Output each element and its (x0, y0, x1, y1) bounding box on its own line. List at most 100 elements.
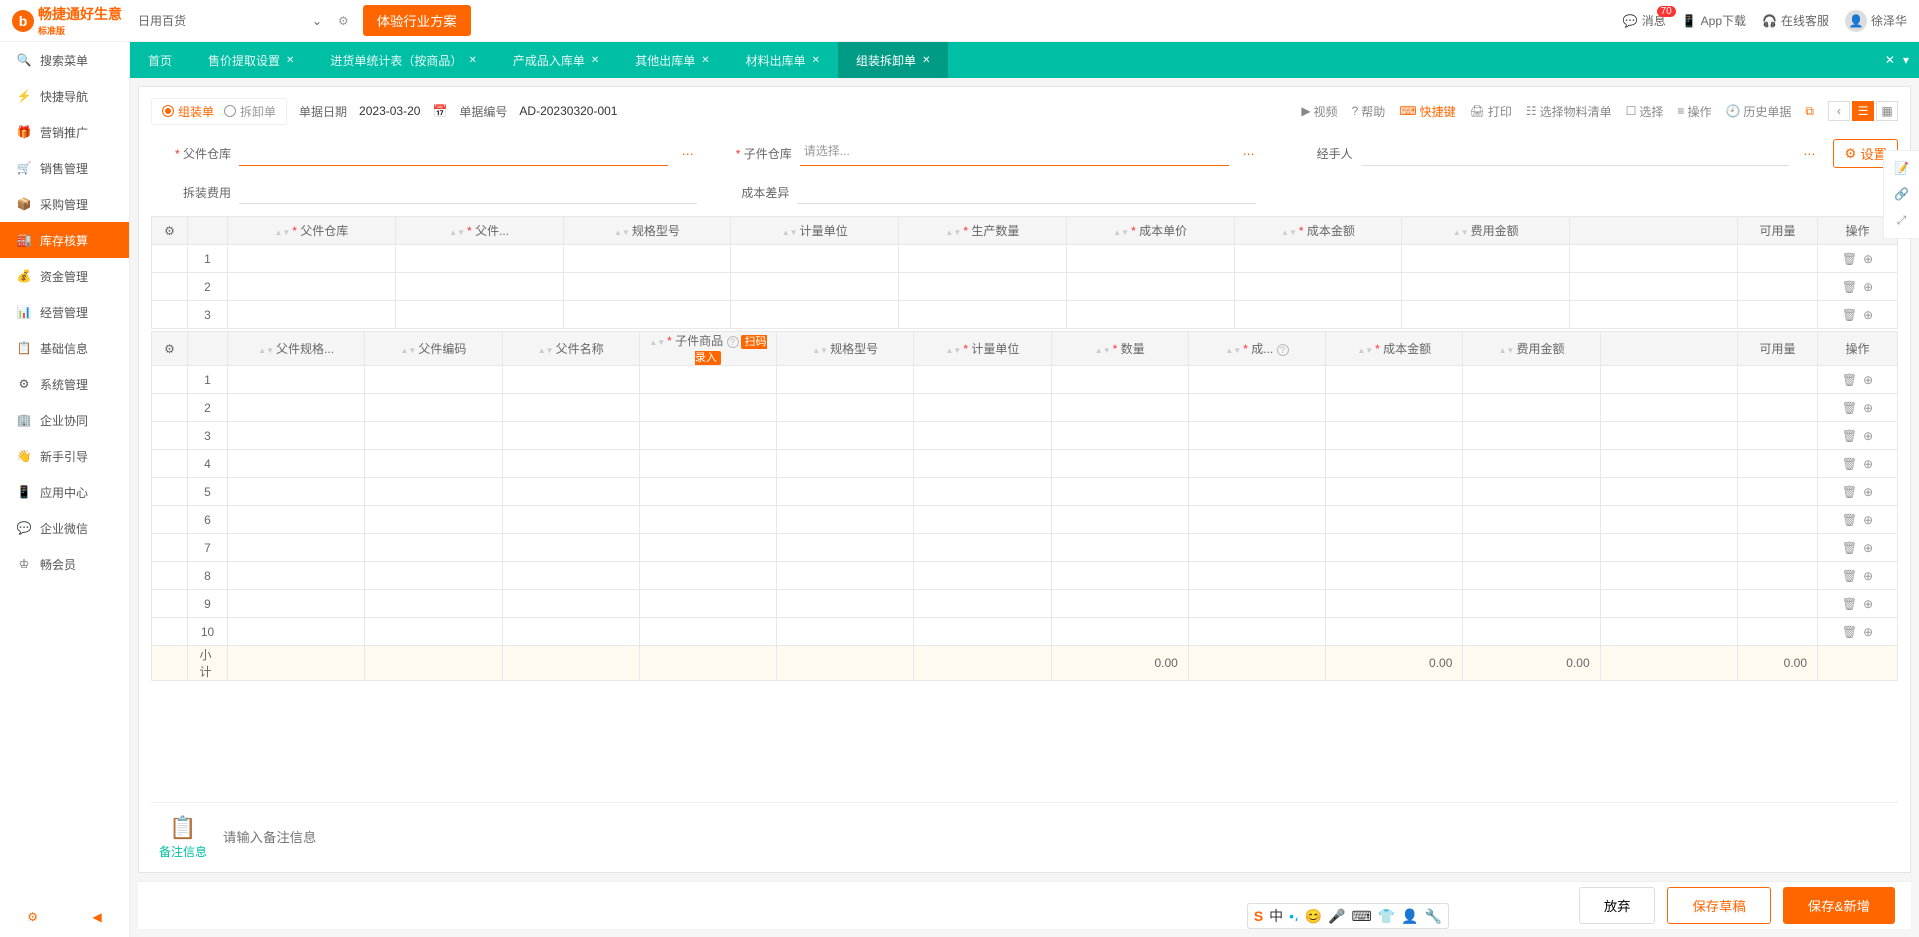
delete-icon[interactable]: 🗑 (1842, 457, 1857, 471)
radio-disassemble[interactable]: 拆卸单 (224, 103, 276, 120)
sidebar-item-2[interactable]: 🎁营销推广 (0, 114, 129, 150)
th-0[interactable]: ▲▼父件规格... (228, 332, 365, 366)
table-row[interactable]: 9🗑⊕ (152, 590, 1898, 618)
tab-4[interactable]: 其他出库单✕ (617, 42, 727, 78)
sort-icon[interactable]: ▲▼ (1095, 348, 1111, 354)
category-select[interactable]: 日用百货 ⌄ (130, 7, 330, 35)
add-icon[interactable]: ⊕ (1863, 280, 1873, 294)
sort-icon[interactable]: ▲▼ (946, 348, 962, 354)
sidebar-item-6[interactable]: 💰资金管理 (0, 258, 129, 294)
sidebar-item-8[interactable]: 📋基础信息 (0, 330, 129, 366)
table-row[interactable]: 6🗑⊕ (152, 506, 1898, 534)
delete-icon[interactable]: 🗑 (1842, 485, 1857, 499)
tab-2[interactable]: 进货单统计表（按商品）✕ (312, 42, 494, 78)
table-row[interactable]: 5🗑⊕ (152, 478, 1898, 506)
remarks-input[interactable] (223, 823, 1890, 853)
sidebar-item-5[interactable]: 🏭库存核算 (0, 222, 129, 258)
operate-link[interactable]: ≡操作 (1677, 103, 1711, 120)
sort-icon[interactable]: ▲▼ (400, 348, 416, 354)
delete-icon[interactable]: 🗑 (1842, 308, 1857, 322)
table-row[interactable]: 3🗑⊕ (152, 422, 1898, 450)
th-0[interactable]: ▲▼父件仓库 (228, 217, 396, 245)
sort-icon[interactable]: ▲▼ (1453, 230, 1469, 236)
delete-icon[interactable]: 🗑 (1842, 280, 1857, 294)
delete-icon[interactable]: 🗑 (1842, 625, 1857, 639)
ime-tool-icon[interactable]: 🔧 (1425, 908, 1442, 925)
close-icon[interactable]: ✕ (812, 55, 820, 66)
app-download-link[interactable]: 📱 App下载 (1682, 12, 1746, 29)
table-row[interactable]: 7🗑⊕ (152, 534, 1898, 562)
add-icon[interactable]: ⊕ (1863, 541, 1873, 555)
ime-emoji-icon[interactable]: 😊 (1305, 908, 1322, 925)
th-2[interactable]: ▲▼父件名称 (502, 332, 639, 366)
save-new-button[interactable]: 保存&新增 (1783, 887, 1895, 924)
sidebar-item-4[interactable]: 📦采购管理 (0, 186, 129, 222)
try-industry-button[interactable]: 体验行业方案 (363, 5, 471, 36)
gear-icon[interactable]: ⚙ (338, 14, 349, 28)
add-icon[interactable]: ⊕ (1863, 429, 1873, 443)
ime-mic-icon[interactable]: 🎤 (1328, 908, 1345, 925)
collapse-icon[interactable]: ◀ (93, 910, 102, 924)
close-icon[interactable]: ✕ (922, 55, 930, 66)
messages-link[interactable]: 💬 消息 70 (1623, 12, 1666, 29)
table-row[interactable]: 8🗑⊕ (152, 562, 1898, 590)
sidebar-item-3[interactable]: 🛒销售管理 (0, 150, 129, 186)
th-7[interactable]: ▲▼成... ? (1188, 332, 1325, 366)
child-wh-picker[interactable]: ⋯ (1237, 147, 1261, 161)
video-link[interactable]: ▶视频 (1301, 103, 1337, 120)
add-icon[interactable]: ⊕ (1863, 457, 1873, 471)
close-icon[interactable]: ✕ (468, 55, 476, 66)
child-wh-input[interactable]: 请选择... (800, 142, 1229, 166)
help-icon[interactable]: ? (727, 336, 739, 348)
doc-date[interactable]: 2023-03-20 (359, 104, 420, 118)
close-icon[interactable]: ✕ (591, 55, 599, 66)
view-list[interactable]: ☰ (1852, 101, 1874, 121)
table-row[interactable]: 2🗑⊕ (152, 273, 1898, 301)
sort-icon[interactable]: ▲▼ (538, 348, 554, 354)
add-icon[interactable]: ⊕ (1863, 252, 1873, 266)
th-4[interactable]: ▲▼规格型号 (777, 332, 914, 366)
help-icon[interactable]: ? (1277, 344, 1289, 356)
sidebar-item-10[interactable]: 🏢企业协同 (0, 402, 129, 438)
ime-skin-icon[interactable]: 👕 (1378, 908, 1395, 925)
note-icon[interactable]: 📝 (1894, 161, 1909, 175)
delete-icon[interactable]: 🗑 (1842, 569, 1857, 583)
ime-user-icon[interactable]: 👤 (1401, 908, 1418, 925)
sort-icon[interactable]: ▲▼ (1281, 230, 1297, 236)
sort-icon[interactable]: ▲▼ (274, 230, 290, 236)
sidebar-item-1[interactable]: ⚡快捷导航 (0, 78, 129, 114)
close-icon[interactable]: ✕ (701, 55, 709, 66)
tab-6[interactable]: 组装拆卸单✕ (838, 42, 948, 78)
parent-wh-picker[interactable]: ⋯ (676, 147, 700, 161)
table-row[interactable]: 1🗑⊕ (152, 245, 1898, 273)
dis-fee-input[interactable] (239, 180, 697, 204)
add-icon[interactable]: ⊕ (1863, 625, 1873, 639)
gear-col[interactable]: ⚙ (152, 332, 188, 366)
sidebar-item-9[interactable]: ⚙系统管理 (0, 366, 129, 402)
sort-icon[interactable]: ▲▼ (649, 340, 665, 346)
sort-icon[interactable]: ▲▼ (782, 230, 798, 236)
help-link[interactable]: ?帮助 (1352, 103, 1386, 120)
save-draft-button[interactable]: 保存草稿 (1667, 887, 1770, 924)
sidebar-item-7[interactable]: 📊经营管理 (0, 294, 129, 330)
th-6[interactable]: ▲▼数量 (1051, 332, 1188, 366)
add-icon[interactable]: ⊕ (1863, 401, 1873, 415)
table-row[interactable]: 10🗑⊕ (152, 618, 1898, 646)
sidebar-item-11[interactable]: 👋新手引导 (0, 438, 129, 474)
sidebar-item-0[interactable]: 🔍搜索菜单 (0, 42, 129, 78)
history-link[interactable]: 🕘历史单据 (1725, 103, 1791, 120)
table-row[interactable]: 2🗑⊕ (152, 394, 1898, 422)
cost-diff-input[interactable] (797, 180, 1255, 204)
close-icon[interactable]: ✕ (286, 55, 294, 66)
handler-picker[interactable]: ⋯ (1797, 147, 1821, 161)
add-icon[interactable]: ⊕ (1863, 513, 1873, 527)
select-link[interactable]: ☐选择 (1626, 103, 1664, 120)
sidebar-item-12[interactable]: 📱应用中心 (0, 474, 129, 510)
th-6[interactable]: ▲▼成本金额 (1234, 217, 1402, 245)
sort-icon[interactable]: ▲▼ (258, 348, 274, 354)
tab-3[interactable]: 产成品入库单✕ (495, 42, 617, 78)
sort-icon[interactable]: ▲▼ (946, 230, 962, 236)
sort-icon[interactable]: ▲▼ (614, 230, 630, 236)
tab-1[interactable]: 售价提取设置✕ (190, 42, 312, 78)
table-row[interactable]: 4🗑⊕ (152, 450, 1898, 478)
